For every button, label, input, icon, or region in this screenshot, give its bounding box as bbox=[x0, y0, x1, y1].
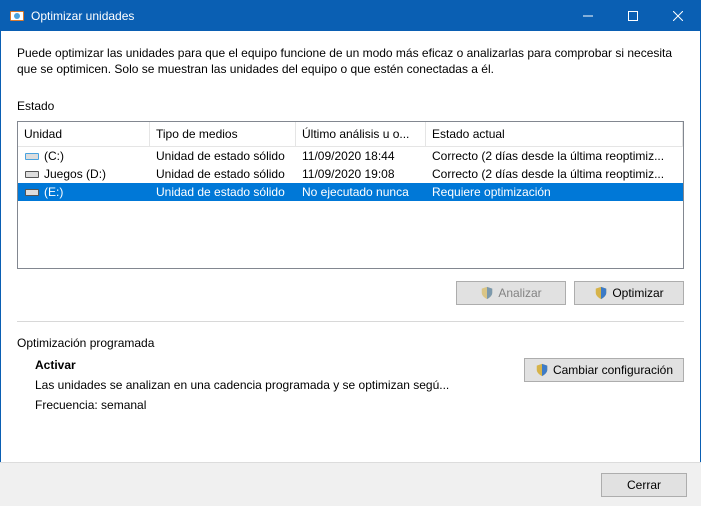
drive-icon bbox=[24, 186, 40, 198]
titlebar: Optimizar unidades bbox=[1, 1, 700, 31]
app-icon bbox=[9, 8, 25, 24]
status-cell: Requiere optimización bbox=[426, 185, 683, 199]
scheduled-desc: Las unidades se analizan en una cadencia… bbox=[35, 378, 514, 392]
header-last[interactable]: Último análisis u o... bbox=[296, 122, 426, 146]
drive-name-cell: Juegos (D:) bbox=[18, 167, 150, 181]
media-cell: Unidad de estado sólido bbox=[150, 149, 296, 163]
drive-name-cell: (E:) bbox=[18, 185, 150, 199]
change-config-label: Cambiar configuración bbox=[553, 363, 673, 377]
footer: Cerrar bbox=[0, 462, 701, 506]
last-run-cell: No ejecutado nunca bbox=[296, 185, 426, 199]
shield-icon bbox=[594, 286, 608, 300]
media-cell: Unidad de estado sólido bbox=[150, 167, 296, 181]
analyze-button[interactable]: Analizar bbox=[456, 281, 566, 305]
header-unit[interactable]: Unidad bbox=[18, 122, 150, 146]
window-title: Optimizar unidades bbox=[31, 9, 565, 23]
minimize-button[interactable] bbox=[565, 1, 610, 31]
last-run-cell: 11/09/2020 18:44 bbox=[296, 149, 426, 163]
last-run-cell: 11/09/2020 19:08 bbox=[296, 167, 426, 181]
close-dialog-button[interactable]: Cerrar bbox=[601, 473, 687, 497]
shield-icon bbox=[535, 363, 549, 377]
optimize-label: Optimizar bbox=[612, 286, 663, 300]
media-cell: Unidad de estado sólido bbox=[150, 185, 296, 199]
close-button[interactable] bbox=[655, 1, 700, 31]
list-header: Unidad Tipo de medios Último análisis u … bbox=[18, 122, 683, 147]
table-row[interactable]: (E:)Unidad de estado sólidoNo ejecutado … bbox=[18, 183, 683, 201]
drive-icon bbox=[24, 150, 40, 162]
drive-name-cell: (C:) bbox=[18, 149, 150, 163]
scheduled-freq: Frecuencia: semanal bbox=[35, 398, 514, 412]
status-cell: Correcto (2 días desde la última reoptim… bbox=[426, 167, 683, 181]
shield-icon bbox=[480, 286, 494, 300]
analyze-label: Analizar bbox=[498, 286, 541, 300]
status-cell: Correcto (2 días desde la última reoptim… bbox=[426, 149, 683, 163]
scheduled-section-label: Optimización programada bbox=[17, 336, 684, 350]
drives-list[interactable]: Unidad Tipo de medios Último análisis u … bbox=[17, 121, 684, 269]
table-row[interactable]: Juegos (D:)Unidad de estado sólido11/09/… bbox=[18, 165, 683, 183]
status-section-label: Estado bbox=[17, 99, 684, 113]
divider bbox=[17, 321, 684, 322]
activate-label: Activar bbox=[35, 358, 514, 372]
description-text: Puede optimizar las unidades para que el… bbox=[17, 45, 684, 77]
header-media[interactable]: Tipo de medios bbox=[150, 122, 296, 146]
header-state[interactable]: Estado actual bbox=[426, 122, 683, 146]
close-label: Cerrar bbox=[627, 478, 661, 492]
optimize-button[interactable]: Optimizar bbox=[574, 281, 684, 305]
change-config-button[interactable]: Cambiar configuración bbox=[524, 358, 684, 382]
maximize-button[interactable] bbox=[610, 1, 655, 31]
table-row[interactable]: (C:)Unidad de estado sólido11/09/2020 18… bbox=[18, 147, 683, 165]
drive-icon bbox=[24, 168, 40, 180]
